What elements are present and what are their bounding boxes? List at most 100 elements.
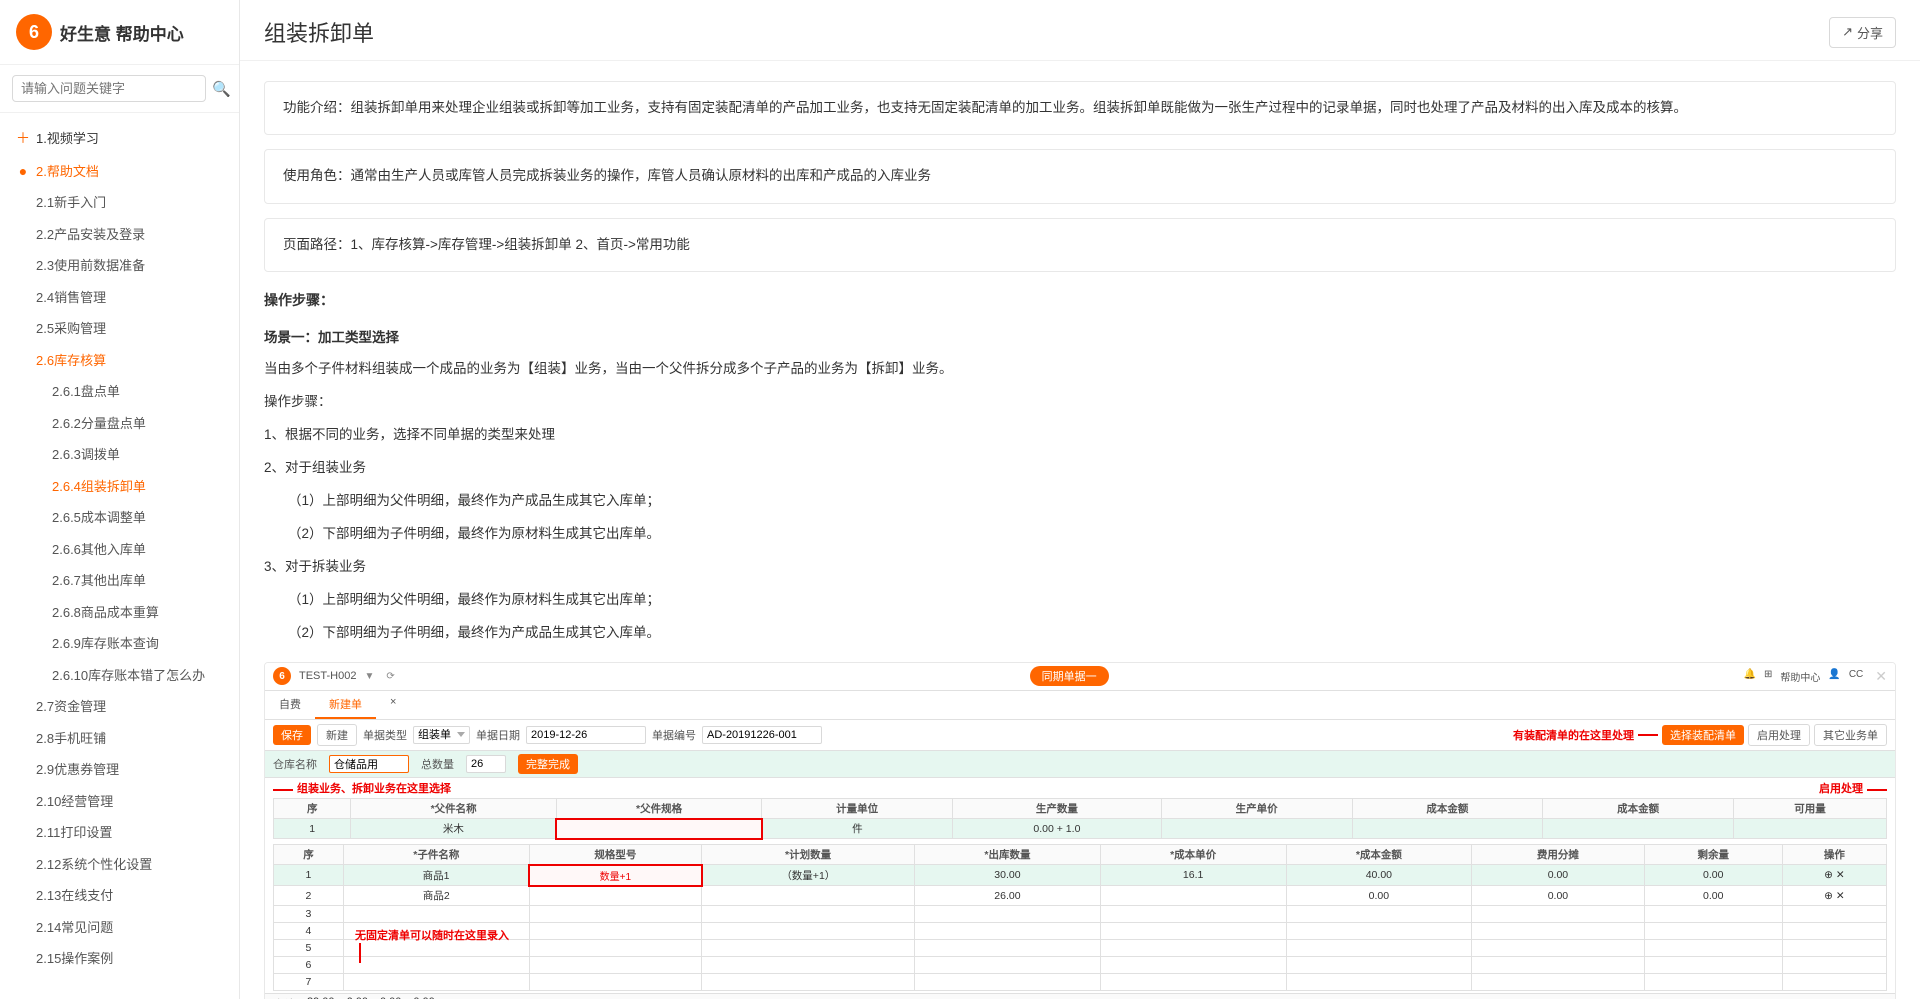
table-row: 3: [274, 906, 1887, 923]
btn-save[interactable]: 保存: [273, 725, 311, 745]
nav-item-2-6[interactable]: 2.6库存核算: [36, 345, 239, 377]
app-icon-user: 👤: [1828, 669, 1840, 684]
anno-right: 启用处理: [1819, 780, 1887, 796]
scenario1-desc: 当由多个子件材料组装成一个成品的业务为【组装】业务，当由一个父件拆分成多个子产品…: [264, 355, 1896, 382]
field-date: 单据日期: [476, 726, 646, 744]
steps-content: 操作步骤： 场景一：加工类型选择 当由多个子件材料组装成一个成品的业务为【组装】…: [264, 286, 1896, 646]
anno-free-fill: 无固定清单可以随时在这里录入: [355, 927, 509, 963]
sidebar: 6 好生意 帮助中心 🔍 ＋ 1.视频学习 ● 2.帮助文档 2.1新手入门 2…: [0, 0, 240, 999]
annotation-row: 组装业务、拆卸业务在这里选择 启用处理: [265, 778, 1895, 798]
share-button[interactable]: ↗ 分享: [1829, 17, 1896, 48]
step3-sub2: （2）下部明细为子件明细，最终作为产成品生成其它入库单。: [288, 619, 1896, 646]
btn-select-bom[interactable]: 选择装配清单: [1662, 725, 1744, 745]
btn-process[interactable]: 启用处理: [1748, 724, 1810, 746]
field-type: 单据类型 组装单 拆卸单: [363, 726, 470, 744]
nav-item-2-7[interactable]: 2.7资金管理: [36, 691, 239, 723]
search-input[interactable]: [12, 75, 206, 102]
share-icon: ↗: [1842, 24, 1853, 40]
nav-item-2-8[interactable]: 2.8手机旺铺: [36, 723, 239, 755]
nav-item-264[interactable]: 2.6.4组装拆卸单: [52, 471, 239, 503]
tab-close[interactable]: ×: [376, 691, 410, 719]
nav-item-2-10[interactable]: 2.10经营管理: [36, 786, 239, 818]
bottom-table-container: 无固定清单可以随时在这里录入 序 *子件名称 规格型号 *计划数量 *出库数量 …: [265, 844, 1895, 994]
page-header: 组装拆卸单 ↗ 分享: [240, 0, 1920, 61]
main-content: 功能介绍：组装拆卸单用来处理企业组装或拆卸等加工业务，支持有固定装配清单的产品加…: [240, 61, 1920, 999]
table-row: 1 商品1 数量+1 （数量+1） 30.00 16.1 40.00 0.00 …: [274, 865, 1887, 886]
top-table: 序 *父件名称 *父件规格 计量单位 生产数量 生产单价 成本金额 成本金额 可…: [273, 798, 1887, 840]
select-type[interactable]: 组装单 拆卸单: [413, 726, 470, 744]
nav-item-267[interactable]: 2.6.7其他出库单: [52, 565, 239, 597]
nav-item-2-14[interactable]: 2.14常见问题: [36, 912, 239, 944]
logo-area: 6 好生意 帮助中心: [0, 0, 239, 65]
nav-item-266[interactable]: 2.6.6其他入库单: [52, 534, 239, 566]
app-icon-help: 帮助中心: [1780, 669, 1820, 684]
app-refresh-icon: ⟳: [386, 671, 394, 682]
table-row: 4: [274, 923, 1887, 940]
input-date[interactable]: [526, 726, 646, 744]
top-table-header: 序 *父件名称 *父件规格 计量单位 生产数量 生产单价 成本金额 成本金额 可…: [274, 798, 1887, 819]
nav-item-262[interactable]: 2.6.2分量盘点单: [52, 408, 239, 440]
anno-left: 组装业务、拆卸业务在这里选择: [273, 780, 451, 796]
nav-item-docs[interactable]: ● 2.帮助文档: [0, 154, 239, 187]
bom-annotation: 有装配清单的在这里处理 选择装配清单 启用处理 其它业务单: [1513, 724, 1887, 746]
role-intro-block: 使用角色：通常由生产人员或库管人员完成拆装业务的操作，库管人员确认原材料的出库和…: [264, 149, 1896, 203]
nav-item-2-2[interactable]: 2.2产品安装及登录: [36, 219, 239, 251]
step1: 1、根据不同的业务，选择不同单据的类型来处理: [264, 421, 1896, 448]
app-footer: 合计 89.00 6.00 0.00 0.00: [265, 993, 1895, 999]
nav-group-docs: ● 2.帮助文档 2.1新手入门 2.2产品安装及登录 2.3使用前数据准备 2…: [0, 154, 239, 975]
nav-item-2-1[interactable]: 2.1新手入门: [36, 187, 239, 219]
input-quantity[interactable]: [466, 755, 506, 773]
nav-item-268[interactable]: 2.6.8商品成本重算: [52, 597, 239, 629]
app-bar-logo: 6: [273, 667, 291, 685]
nav-sub-items-docs: 2.1新手入门 2.2产品安装及登录 2.3使用前数据准备 2.4销售管理 2.…: [0, 187, 239, 975]
app-icon-cc: CC: [1849, 669, 1863, 684]
steps-title: 操作步骤：: [264, 286, 1896, 314]
sidebar-nav: ＋ 1.视频学习 ● 2.帮助文档 2.1新手入门 2.2产品安装及登录 2.3…: [0, 113, 239, 999]
arrow2-left: [273, 789, 293, 791]
arrow2-right: [1867, 789, 1887, 791]
tab-new[interactable]: 新建单: [315, 691, 376, 719]
app-close-icon[interactable]: ✕: [1875, 668, 1887, 685]
logo-text: 好生意 帮助中心: [60, 20, 184, 45]
search-area: 🔍: [0, 65, 239, 113]
nav-item-2-11[interactable]: 2.11打印设置: [36, 817, 239, 849]
nav-item-2610[interactable]: 2.6.10库存账本错了怎么办: [52, 660, 239, 692]
nav-item-265[interactable]: 2.6.5成本调整单: [52, 502, 239, 534]
step3-sub1: （1）上部明细为父件明细，最终作为原材料生成其它出库单；: [288, 586, 1896, 613]
input-number[interactable]: [702, 726, 822, 744]
app-info-row: 仓库名称 总数量 完整完成: [265, 751, 1895, 778]
step3: 3、对于拆装业务: [264, 553, 1896, 580]
nav-item-2-12[interactable]: 2.12系统个性化设置: [36, 849, 239, 881]
nav-item-video[interactable]: ＋ 1.视频学习: [0, 121, 239, 154]
app-dropdown-arrow: ▼: [364, 671, 374, 682]
app-icon-apps: ⊞: [1764, 669, 1772, 684]
btn-new[interactable]: 新建: [317, 724, 357, 746]
app-icon-bell: 🔔: [1744, 669, 1756, 684]
step2: 2、对于组装业务: [264, 454, 1896, 481]
app-top-icons: 🔔 ⊞ 帮助中心 👤 CC: [1744, 669, 1864, 684]
tab-zifei[interactable]: 自费: [265, 691, 315, 719]
arrow1: [1638, 734, 1658, 736]
plus-icon: ＋: [16, 131, 30, 145]
nav-item-2-4[interactable]: 2.4销售管理: [36, 282, 239, 314]
btn-confirm[interactable]: 完整完成: [518, 754, 578, 774]
nav-item-2-13[interactable]: 2.13在线支付: [36, 880, 239, 912]
app-nav-btn[interactable]: 同期单据一: [1030, 666, 1109, 686]
arrow3-vert: [359, 943, 361, 963]
nav-item-263[interactable]: 2.6.3调拨单: [52, 439, 239, 471]
minus-icon: ●: [16, 164, 30, 178]
nav-group-video: ＋ 1.视频学习: [0, 121, 239, 154]
nav-item-2-15[interactable]: 2.15操作案例: [36, 943, 239, 975]
scenario1-title: 场景一：加工类型选择: [264, 324, 1896, 351]
nav-item-261[interactable]: 2.6.1盘点单: [52, 376, 239, 408]
nav-item-2-3[interactable]: 2.3使用前数据准备: [36, 250, 239, 282]
main-area: 组装拆卸单 ↗ 分享 功能介绍：组装拆卸单用来处理企业组装或拆卸等加工业务，支持…: [240, 0, 1920, 999]
nav-item-2-5[interactable]: 2.5采购管理: [36, 313, 239, 345]
input-warehouse[interactable]: [329, 755, 409, 773]
search-button[interactable]: 🔍: [212, 80, 231, 98]
nav-item-2-9[interactable]: 2.9优惠券管理: [36, 754, 239, 786]
nav-item-269[interactable]: 2.6.9库存账本查询: [52, 628, 239, 660]
btn-other[interactable]: 其它业务单: [1814, 724, 1887, 746]
step2-sub1: （1）上部明细为父件明细，最终作为产成品生成其它入库单；: [288, 487, 1896, 514]
table-row: 1 米木 件 0.00 + 1.0: [274, 819, 1887, 839]
